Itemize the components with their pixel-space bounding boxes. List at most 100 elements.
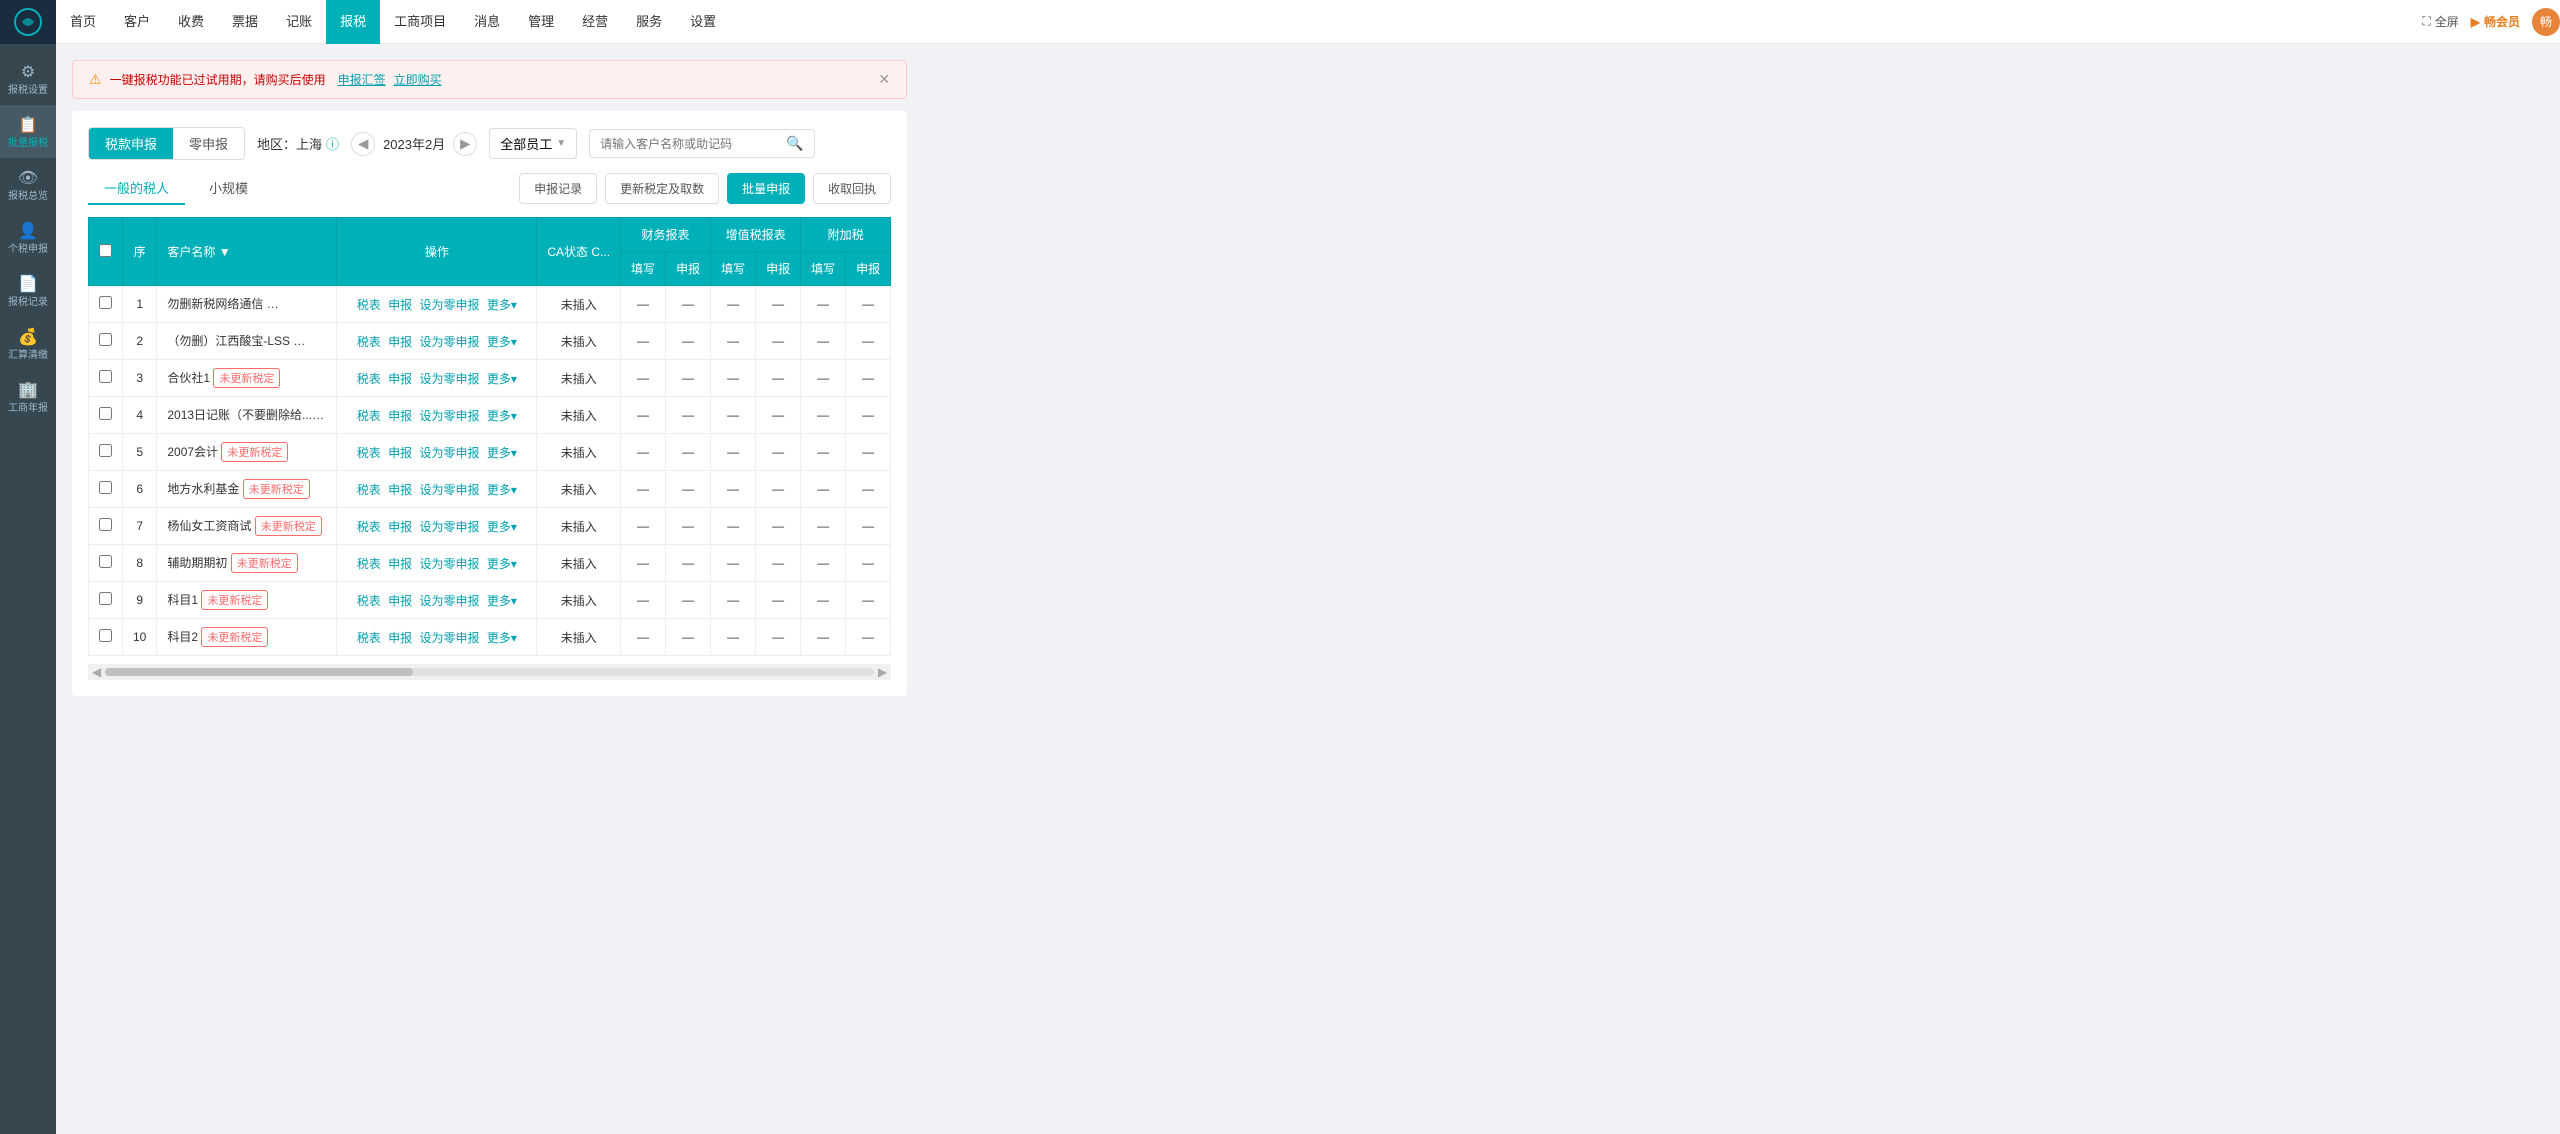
- row-action-more-5[interactable]: 更多▾: [487, 483, 517, 497]
- row-checkbox-3[interactable]: [99, 407, 112, 420]
- user-avatar[interactable]: 畅: [2532, 8, 2560, 36]
- row-action-declare-2[interactable]: 申报: [388, 372, 412, 386]
- row-action-zero-9[interactable]: 设为零申报: [420, 631, 480, 645]
- btn-records[interactable]: 申报记录: [519, 173, 597, 204]
- row-action-more-0[interactable]: 更多▾: [487, 298, 517, 312]
- nav-manage[interactable]: 管理: [514, 0, 568, 44]
- row-action-taxform-9[interactable]: 税表: [357, 631, 381, 645]
- tab-tax-declaration[interactable]: 税款申报: [89, 128, 173, 159]
- horizontal-scrollbar[interactable]: ◀ ▶: [88, 664, 891, 680]
- nav-settings[interactable]: 设置: [676, 0, 730, 44]
- staff-selector[interactable]: 全部员工 ▼: [489, 128, 577, 159]
- nav-accounting[interactable]: 记账: [272, 0, 326, 44]
- row-fin-submit-9: —: [666, 619, 711, 656]
- select-all-checkbox[interactable]: [99, 244, 112, 257]
- row-action-zero-1[interactable]: 设为零申报: [420, 335, 480, 349]
- region-info-icon[interactable]: ⓘ: [326, 134, 339, 153]
- row-action-declare-3[interactable]: 申报: [388, 409, 412, 423]
- search-input[interactable]: [600, 137, 780, 151]
- sidebar-item-annual-report[interactable]: 🏢 工商年报: [0, 370, 56, 423]
- row-action-taxform-3[interactable]: 税表: [357, 409, 381, 423]
- sidebar-item-tax-records[interactable]: 📄 报税记录: [0, 264, 56, 317]
- fullscreen-button[interactable]: ⛶ 全屏: [2422, 13, 2458, 30]
- row-action-zero-8[interactable]: 设为零申报: [420, 594, 480, 608]
- row-inc-fill-0: —: [711, 286, 756, 323]
- alert-link-buy[interactable]: 立即购买: [394, 71, 442, 88]
- row-action-more-6[interactable]: 更多▾: [487, 520, 517, 534]
- btn-update[interactable]: 更新税定及取数: [605, 173, 719, 204]
- vip-button[interactable]: ▶ 畅会员: [2471, 13, 2520, 30]
- row-action-declare-8[interactable]: 申报: [388, 594, 412, 608]
- nav-service[interactable]: 服务: [622, 0, 676, 44]
- type-tab-general[interactable]: 一般的税人: [88, 172, 185, 205]
- alert-link-declaration[interactable]: 申报汇签: [338, 71, 386, 88]
- row-action-zero-5[interactable]: 设为零申报: [420, 483, 480, 497]
- row-action-zero-6[interactable]: 设为零申报: [420, 520, 480, 534]
- nav-operation[interactable]: 经营: [568, 0, 622, 44]
- nav-billing[interactable]: 收费: [164, 0, 218, 44]
- row-action-zero-3[interactable]: 设为零申报: [420, 409, 480, 423]
- row-action-declare-1[interactable]: 申报: [388, 335, 412, 349]
- row-checkbox-4[interactable]: [99, 444, 112, 457]
- row-checkbox-9[interactable]: [99, 629, 112, 642]
- row-checkbox-8[interactable]: [99, 592, 112, 605]
- sidebar-item-batch-tax[interactable]: 📋 批量报税: [0, 105, 56, 158]
- row-action-more-3[interactable]: 更多▾: [487, 409, 517, 423]
- row-action-zero-2[interactable]: 设为零申报: [420, 372, 480, 386]
- sidebar-item-tax-overview[interactable]: 👁 报税总览: [0, 158, 56, 211]
- nav-invoice[interactable]: 票据: [218, 0, 272, 44]
- sidebar-item-personal-tax[interactable]: 👤 个税申报: [0, 211, 56, 264]
- row-inc-fill-3: —: [711, 397, 756, 434]
- row-action-more-9[interactable]: 更多▾: [487, 631, 517, 645]
- prev-month-button[interactable]: ◀: [351, 132, 375, 156]
- row-action-taxform-7[interactable]: 税表: [357, 557, 381, 571]
- row-action-taxform-2[interactable]: 税表: [357, 372, 381, 386]
- row-action-more-8[interactable]: 更多▾: [487, 594, 517, 608]
- nav-tax[interactable]: 报税: [326, 0, 380, 44]
- row-checkbox-0[interactable]: [99, 296, 112, 309]
- row-ca-0: 未插入: [537, 286, 621, 323]
- btn-batch-declare[interactable]: 批量申报: [727, 173, 805, 204]
- row-action-more-7[interactable]: 更多▾: [487, 557, 517, 571]
- btn-fetch-receipt[interactable]: 收取回执: [813, 173, 891, 204]
- row-action-declare-9[interactable]: 申报: [388, 631, 412, 645]
- row-inc-fill-1: —: [711, 323, 756, 360]
- row-action-more-2[interactable]: 更多▾: [487, 372, 517, 386]
- row-action-zero-0[interactable]: 设为零申报: [420, 298, 480, 312]
- row-action-declare-5[interactable]: 申报: [388, 483, 412, 497]
- row-actions-9: 税表 申报 设为零申报 更多▾: [337, 619, 537, 656]
- row-checkbox-2[interactable]: [99, 370, 112, 383]
- row-action-zero-7[interactable]: 设为零申报: [420, 557, 480, 571]
- row-action-taxform-6[interactable]: 税表: [357, 520, 381, 534]
- sidebar-item-tax-settings[interactable]: ⚙ 报税设置: [0, 52, 56, 105]
- row-checkbox-1[interactable]: [99, 333, 112, 346]
- row-action-declare-7[interactable]: 申报: [388, 557, 412, 571]
- row-checkbox-6[interactable]: [99, 518, 112, 531]
- row-action-taxform-8[interactable]: 税表: [357, 594, 381, 608]
- row-action-zero-4[interactable]: 设为零申报: [420, 446, 480, 460]
- row-checkbox-7[interactable]: [99, 555, 112, 568]
- row-action-declare-0[interactable]: 申报: [388, 298, 412, 312]
- toolbar-row1: 税款申报 零申报 地区：上海 ⓘ ◀ 2023年2月 ▶ 全部员工 ▼: [88, 127, 891, 160]
- row-checkbox-5[interactable]: [99, 481, 112, 494]
- tab-zero-declaration[interactable]: 零申报: [173, 128, 244, 159]
- staff-label: 全部员工: [500, 134, 552, 153]
- row-action-taxform-5[interactable]: 税表: [357, 483, 381, 497]
- row-action-more-4[interactable]: 更多▾: [487, 446, 517, 460]
- nav-home[interactable]: 首页: [56, 0, 110, 44]
- next-month-button[interactable]: ▶: [453, 132, 477, 156]
- row-action-declare-6[interactable]: 申报: [388, 520, 412, 534]
- row-action-declare-4[interactable]: 申报: [388, 446, 412, 460]
- row-action-taxform-1[interactable]: 税表: [357, 335, 381, 349]
- row-action-taxform-4[interactable]: 税表: [357, 446, 381, 460]
- row-action-taxform-0[interactable]: 税表: [357, 298, 381, 312]
- row-action-more-1[interactable]: 更多▾: [487, 335, 517, 349]
- nav-business[interactable]: 工商项目: [380, 0, 460, 44]
- sidebar-item-annual-settlement[interactable]: 💰 汇算清缴: [0, 317, 56, 370]
- alert-close-button[interactable]: ✕: [878, 71, 890, 88]
- row-add-fill-4: —: [801, 434, 846, 471]
- nav-message[interactable]: 消息: [460, 0, 514, 44]
- search-icon[interactable]: 🔍: [786, 135, 803, 152]
- nav-client[interactable]: 客户: [110, 0, 164, 44]
- type-tab-small[interactable]: 小规模: [193, 172, 264, 205]
